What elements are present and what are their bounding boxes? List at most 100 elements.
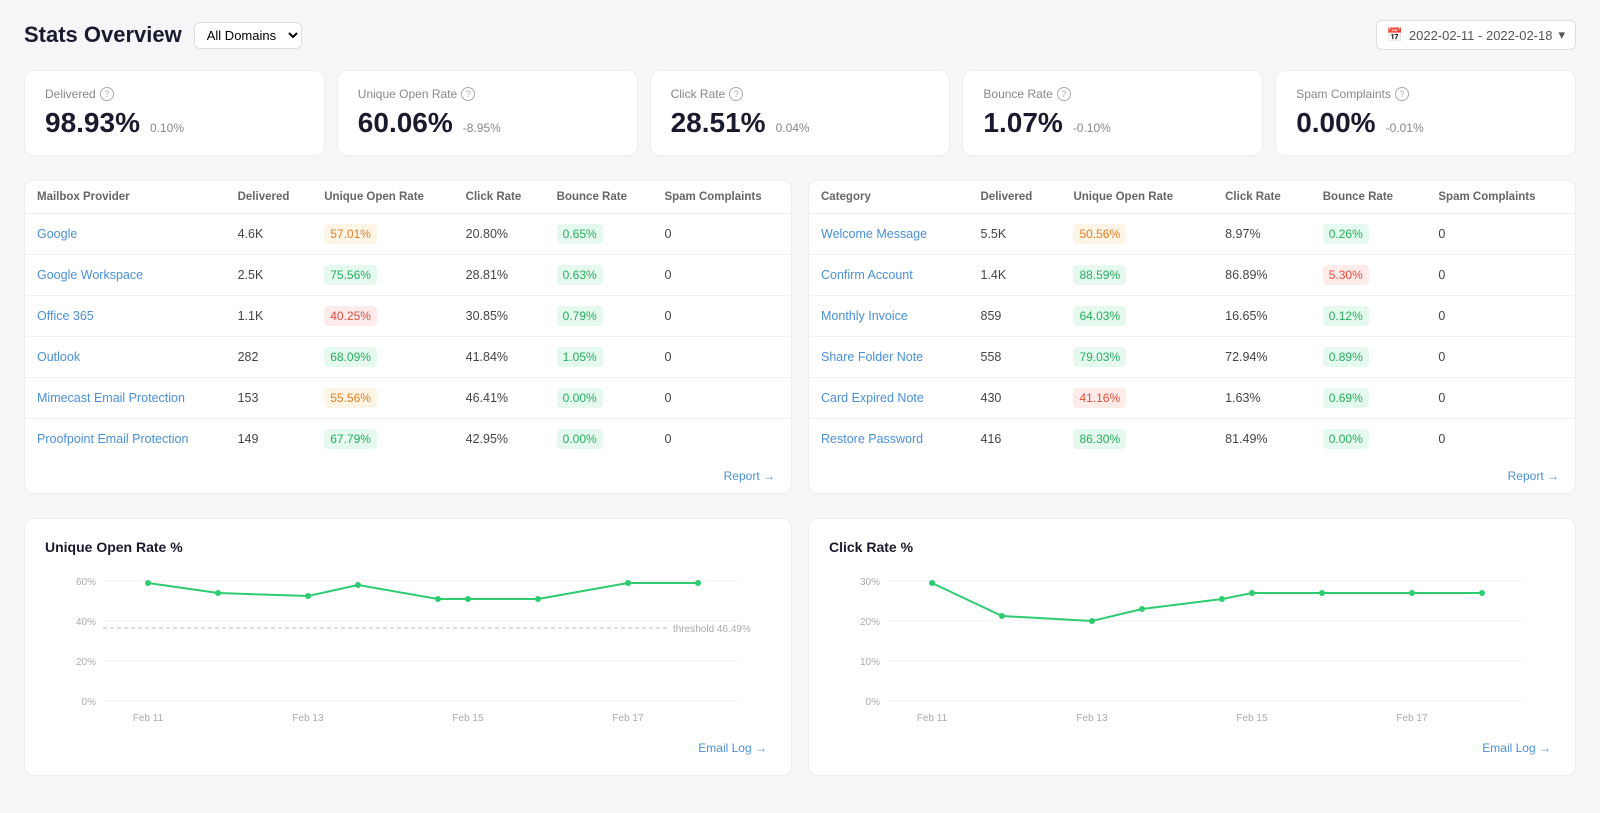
mailbox-report-link[interactable]: Report → bbox=[25, 459, 791, 493]
click-rate-info-icon[interactable]: ? bbox=[729, 87, 743, 101]
category-link[interactable]: Confirm Account bbox=[821, 268, 913, 282]
bounce-rate-info-icon[interactable]: ? bbox=[1057, 87, 1071, 101]
cat-click-rate: 16.65% bbox=[1213, 296, 1311, 337]
page-header: Stats Overview All Domains 📅 2022-02-11 … bbox=[24, 20, 1576, 50]
date-range-label: 2022-02-11 - 2022-02-18 bbox=[1409, 28, 1553, 43]
bounce-rate-delta: -0.10% bbox=[1073, 121, 1111, 135]
click-rate-chart-title: Click Rate % bbox=[829, 539, 1555, 555]
delivered-delta: 0.10% bbox=[150, 121, 184, 135]
cat-delivered: 1.4K bbox=[969, 255, 1062, 296]
category-link[interactable]: Restore Password bbox=[821, 432, 923, 446]
col-mailbox-spam: Spam Complaints bbox=[652, 181, 791, 214]
svg-text:20%: 20% bbox=[76, 657, 96, 668]
col-mailbox-provider: Mailbox Provider bbox=[25, 181, 226, 214]
category-link[interactable]: Welcome Message bbox=[821, 227, 927, 241]
calendar-icon: 📅 bbox=[1387, 27, 1403, 43]
open-rate-info-icon[interactable]: ? bbox=[461, 87, 475, 101]
mailbox-provider-link[interactable]: Mimecast Email Protection bbox=[37, 391, 185, 405]
cat-delivered: 416 bbox=[969, 419, 1062, 460]
mailbox-provider-link[interactable]: Proofpoint Email Protection bbox=[37, 432, 188, 446]
click-rate-label: Click Rate ? bbox=[671, 87, 930, 101]
category-link[interactable]: Monthly Invoice bbox=[821, 309, 908, 323]
cat-bounce-rate: 0.89% bbox=[1311, 337, 1427, 378]
open-rate-email-log-link[interactable]: Email Log → bbox=[45, 731, 771, 755]
svg-text:40%: 40% bbox=[76, 617, 96, 628]
mailbox-click-rate: 41.84% bbox=[454, 337, 545, 378]
col-category: Category bbox=[809, 181, 969, 214]
table-row: Confirm Account 1.4K 88.59% 86.89% 5.30%… bbox=[809, 255, 1575, 296]
category-link[interactable]: Share Folder Note bbox=[821, 350, 923, 364]
svg-text:60%: 60% bbox=[76, 577, 96, 588]
mailbox-provider-link[interactable]: Google bbox=[37, 227, 77, 241]
mailbox-delivered: 282 bbox=[226, 337, 313, 378]
svg-text:threshold 46.49%: threshold 46.49% bbox=[673, 624, 751, 635]
open-rate-chart-area: 60% 40% 20% 0% threshold 46.49% Feb 11 F… bbox=[45, 571, 771, 731]
mailbox-spam: 0 bbox=[652, 378, 791, 419]
cat-open-rate: 41.16% bbox=[1061, 378, 1213, 419]
svg-text:20%: 20% bbox=[860, 617, 880, 628]
mailbox-delivered: 2.5K bbox=[226, 255, 313, 296]
cat-spam: 0 bbox=[1426, 337, 1575, 378]
date-range-picker[interactable]: 📅 2022-02-11 - 2022-02-18 ▾ bbox=[1376, 20, 1576, 50]
spam-info-icon[interactable]: ? bbox=[1395, 87, 1409, 101]
mailbox-provider-link[interactable]: Office 365 bbox=[37, 309, 94, 323]
svg-text:0%: 0% bbox=[866, 697, 881, 708]
mailbox-provider-link[interactable]: Outlook bbox=[37, 350, 80, 364]
mailbox-delivered: 149 bbox=[226, 419, 313, 460]
mailbox-bounce-rate: 1.05% bbox=[545, 337, 653, 378]
table-row: Card Expired Note 430 41.16% 1.63% 0.69%… bbox=[809, 378, 1575, 419]
mailbox-spam: 0 bbox=[652, 337, 791, 378]
header-left: Stats Overview All Domains bbox=[24, 22, 302, 49]
mailbox-bounce-rate: 0.00% bbox=[545, 378, 653, 419]
bounce-rate-value: 1.07% bbox=[983, 107, 1062, 139]
open-rate-chart-container: Unique Open Rate % 60% 40% 20% 0% thresh… bbox=[24, 518, 792, 776]
click-rate-chart-area: 30% 20% 10% 0% Feb 11 Feb 13 Feb 15 Feb … bbox=[829, 571, 1555, 731]
table-row: Welcome Message 5.5K 50.56% 8.97% 0.26% … bbox=[809, 214, 1575, 255]
click-rate-chart-container: Click Rate % 30% 20% 10% 0% Feb 11 Feb 1… bbox=[808, 518, 1576, 776]
col-mailbox-open-rate: Unique Open Rate bbox=[312, 181, 453, 214]
mailbox-open-rate: 67.79% bbox=[312, 419, 453, 460]
mailbox-click-rate: 42.95% bbox=[454, 419, 545, 460]
cat-delivered: 859 bbox=[969, 296, 1062, 337]
delivered-value: 98.93% bbox=[45, 107, 140, 139]
mailbox-open-rate: 55.56% bbox=[312, 378, 453, 419]
table-row: Proofpoint Email Protection 149 67.79% 4… bbox=[25, 419, 791, 460]
table-row: Google Workspace 2.5K 75.56% 28.81% 0.63… bbox=[25, 255, 791, 296]
cat-delivered: 5.5K bbox=[969, 214, 1062, 255]
delivered-info-icon[interactable]: ? bbox=[100, 87, 114, 101]
cat-delivered: 558 bbox=[969, 337, 1062, 378]
mailbox-open-rate: 40.25% bbox=[312, 296, 453, 337]
mailbox-spam: 0 bbox=[652, 214, 791, 255]
cat-open-rate: 50.56% bbox=[1061, 214, 1213, 255]
click-rate-email-log-link[interactable]: Email Log → bbox=[829, 731, 1555, 755]
cat-click-rate: 1.63% bbox=[1213, 378, 1311, 419]
mailbox-table: Mailbox Provider Delivered Unique Open R… bbox=[25, 181, 791, 459]
click-rate-svg: 30% 20% 10% 0% Feb 11 Feb 13 Feb 15 Feb … bbox=[829, 571, 1555, 731]
click-rate-value: 28.51% bbox=[671, 107, 766, 139]
table-row: Share Folder Note 558 79.03% 72.94% 0.89… bbox=[809, 337, 1575, 378]
svg-text:Feb 15: Feb 15 bbox=[1236, 713, 1268, 724]
cat-open-rate: 86.30% bbox=[1061, 419, 1213, 460]
open-rate-card: Unique Open Rate ? 60.06% -8.95% bbox=[337, 70, 638, 156]
cat-click-rate: 8.97% bbox=[1213, 214, 1311, 255]
spam-label: Spam Complaints ? bbox=[1296, 87, 1555, 101]
col-cat-spam: Spam Complaints bbox=[1426, 181, 1575, 214]
svg-text:0%: 0% bbox=[82, 697, 97, 708]
mailbox-provider-link[interactable]: Google Workspace bbox=[37, 268, 143, 282]
mailbox-delivered: 1.1K bbox=[226, 296, 313, 337]
page-title: Stats Overview bbox=[24, 22, 182, 48]
col-cat-delivered: Delivered bbox=[969, 181, 1062, 214]
mailbox-spam: 0 bbox=[652, 419, 791, 460]
col-cat-open-rate: Unique Open Rate bbox=[1061, 181, 1213, 214]
table-row: Google 4.6K 57.01% 20.80% 0.65% 0 bbox=[25, 214, 791, 255]
click-rate-delta: 0.04% bbox=[776, 121, 810, 135]
charts-section: Unique Open Rate % 60% 40% 20% 0% thresh… bbox=[24, 518, 1576, 776]
domain-select[interactable]: All Domains bbox=[194, 22, 302, 49]
mailbox-click-rate: 28.81% bbox=[454, 255, 545, 296]
category-report-link[interactable]: Report → bbox=[809, 459, 1575, 493]
cat-delivered: 430 bbox=[969, 378, 1062, 419]
svg-text:10%: 10% bbox=[860, 657, 880, 668]
cat-bounce-rate: 0.00% bbox=[1311, 419, 1427, 460]
category-link[interactable]: Card Expired Note bbox=[821, 391, 924, 405]
category-table: Category Delivered Unique Open Rate Clic… bbox=[809, 181, 1575, 459]
